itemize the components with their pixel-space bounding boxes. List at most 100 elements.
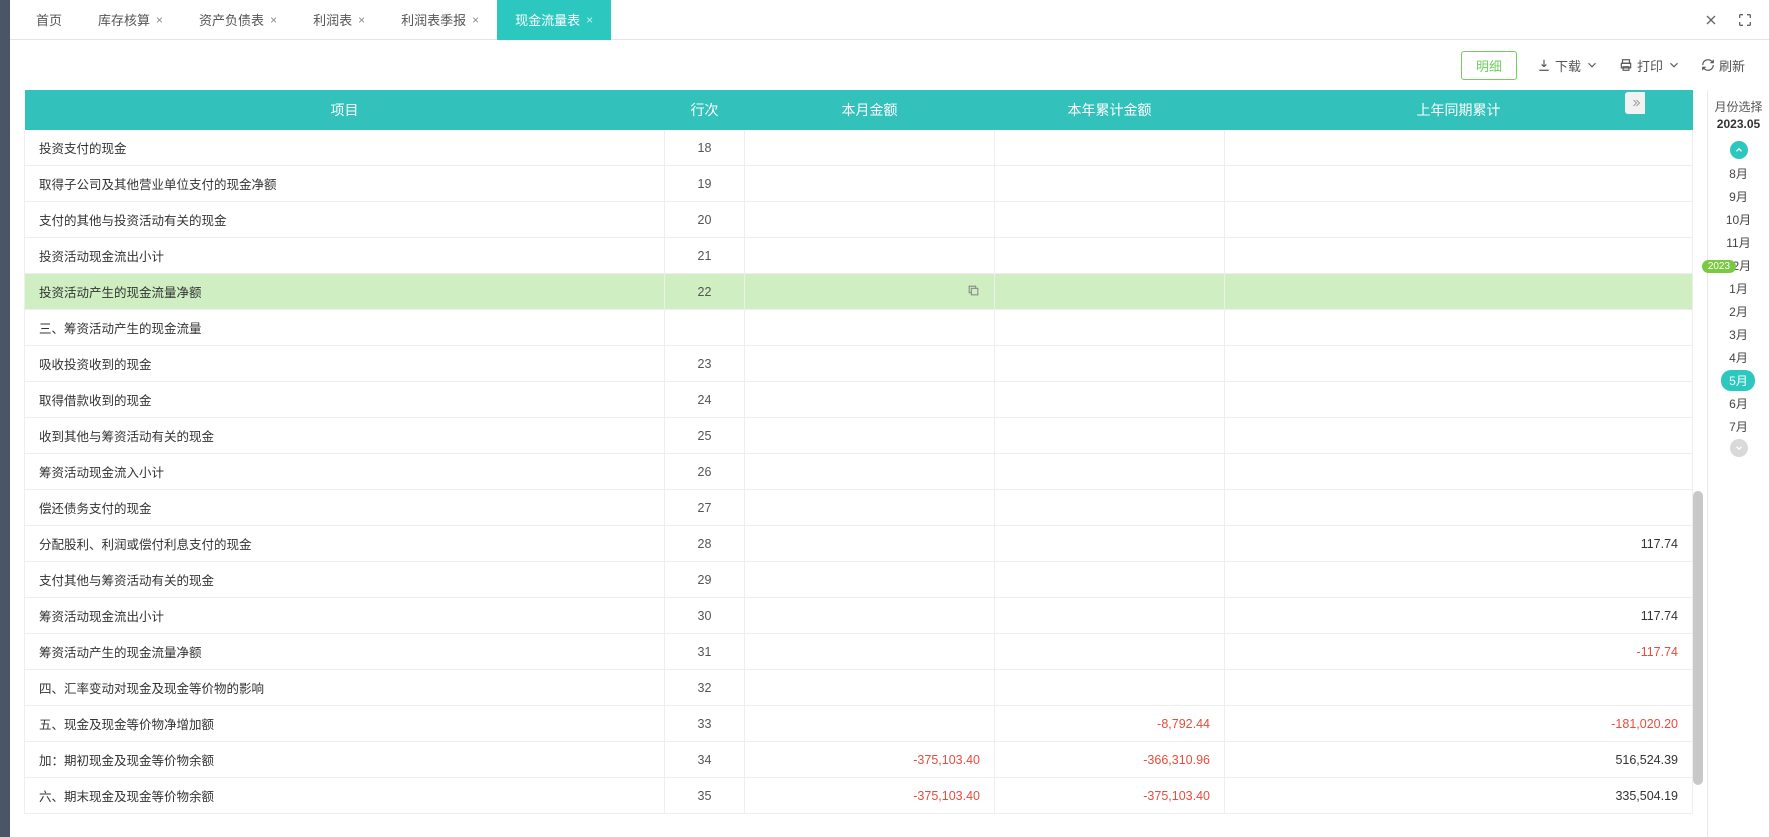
- tab-3[interactable]: 利润表×: [295, 0, 383, 40]
- cell-ytd[interactable]: [995, 166, 1225, 202]
- tab-close-icon[interactable]: ×: [586, 13, 593, 27]
- cell-ytd[interactable]: [995, 562, 1225, 598]
- cell-prev[interactable]: [1225, 130, 1693, 166]
- table-row[interactable]: 三、筹资活动产生的现金流量: [25, 310, 1693, 346]
- cell-month[interactable]: [745, 706, 995, 742]
- vertical-scrollbar[interactable]: [1693, 126, 1703, 827]
- tab-close-icon[interactable]: ×: [358, 13, 365, 27]
- cell-month[interactable]: [745, 598, 995, 634]
- cell-prev[interactable]: [1225, 454, 1693, 490]
- table-row[interactable]: 投资支付的现金18: [25, 130, 1693, 166]
- cell-ytd[interactable]: [995, 310, 1225, 346]
- cell-ytd[interactable]: [995, 454, 1225, 490]
- tab-5[interactable]: 现金流量表×: [497, 0, 611, 40]
- table-row[interactable]: 筹资活动现金流入小计26: [25, 454, 1693, 490]
- table-row[interactable]: 收到其他与筹资活动有关的现金25: [25, 418, 1693, 454]
- table-row[interactable]: 取得借款收到的现金24: [25, 382, 1693, 418]
- cell-ytd[interactable]: [995, 670, 1225, 706]
- month-item[interactable]: 8月: [1721, 163, 1755, 184]
- scrollbar-thumb[interactable]: [1693, 491, 1703, 785]
- cell-prev[interactable]: [1225, 346, 1693, 382]
- tab-close-icon[interactable]: ×: [270, 13, 277, 27]
- cell-month[interactable]: [745, 382, 995, 418]
- copy-icon[interactable]: [967, 284, 980, 300]
- download-button[interactable]: 下载: [1537, 56, 1599, 75]
- print-button[interactable]: 打印: [1619, 56, 1681, 75]
- tab-4[interactable]: 利润表季报×: [383, 0, 497, 40]
- month-item[interactable]: 1月: [1721, 278, 1755, 299]
- table-row[interactable]: 筹资活动产生的现金流量净额31-117.74: [25, 634, 1693, 670]
- tab-close-icon[interactable]: ×: [156, 13, 163, 27]
- cell-ytd[interactable]: [995, 598, 1225, 634]
- cell-prev[interactable]: 516,524.39: [1225, 742, 1693, 778]
- detail-button[interactable]: 明细: [1461, 51, 1517, 80]
- fullscreen-icon[interactable]: [1737, 12, 1753, 28]
- month-item[interactable]: 5月: [1721, 370, 1755, 391]
- table-row[interactable]: 偿还债务支付的现金27: [25, 490, 1693, 526]
- cell-prev[interactable]: [1225, 274, 1693, 310]
- refresh-button[interactable]: 刷新: [1701, 56, 1745, 75]
- cell-month[interactable]: [745, 454, 995, 490]
- table-row[interactable]: 支付其他与筹资活动有关的现金29: [25, 562, 1693, 598]
- month-item[interactable]: 2月: [1721, 301, 1755, 322]
- cell-month[interactable]: [745, 310, 995, 346]
- cell-ytd[interactable]: [995, 418, 1225, 454]
- cell-prev[interactable]: -181,020.20: [1225, 706, 1693, 742]
- cell-prev[interactable]: [1225, 418, 1693, 454]
- cell-month[interactable]: [745, 238, 995, 274]
- close-all-icon[interactable]: [1703, 12, 1719, 28]
- table-row[interactable]: 取得子公司及其他营业单位支付的现金净额19: [25, 166, 1693, 202]
- cell-prev[interactable]: 117.74: [1225, 598, 1693, 634]
- month-item[interactable]: 9月: [1721, 186, 1755, 207]
- cell-ytd[interactable]: -8,792.44: [995, 706, 1225, 742]
- table-row[interactable]: 投资活动产生的现金流量净额22: [25, 274, 1693, 310]
- cell-month[interactable]: -375,103.40: [745, 742, 995, 778]
- cell-prev[interactable]: 335,504.19: [1225, 778, 1693, 814]
- cell-ytd[interactable]: [995, 130, 1225, 166]
- table-row[interactable]: 四、汇率变动对现金及现金等价物的影响32: [25, 670, 1693, 706]
- tab-1[interactable]: 库存核算×: [80, 0, 181, 40]
- tab-close-icon[interactable]: ×: [472, 13, 479, 27]
- table-row[interactable]: 支付的其他与投资活动有关的现金20: [25, 202, 1693, 238]
- table-row[interactable]: 六、期末现金及现金等价物余额35-375,103.40-375,103.4033…: [25, 778, 1693, 814]
- cell-ytd[interactable]: [995, 490, 1225, 526]
- month-item[interactable]: 3月: [1721, 324, 1755, 345]
- cell-prev[interactable]: [1225, 670, 1693, 706]
- cell-month[interactable]: [745, 526, 995, 562]
- cell-prev[interactable]: 117.74: [1225, 526, 1693, 562]
- cell-ytd[interactable]: [995, 634, 1225, 670]
- cell-prev[interactable]: [1225, 202, 1693, 238]
- month-item[interactable]: 4月: [1721, 347, 1755, 368]
- month-item[interactable]: 7月: [1721, 416, 1755, 437]
- cell-month[interactable]: [745, 490, 995, 526]
- cell-ytd[interactable]: [995, 346, 1225, 382]
- cell-month[interactable]: [745, 562, 995, 598]
- cell-ytd[interactable]: [995, 274, 1225, 310]
- cell-prev[interactable]: [1225, 238, 1693, 274]
- cell-ytd[interactable]: [995, 382, 1225, 418]
- table-row[interactable]: 吸收投资收到的现金23: [25, 346, 1693, 382]
- month-prev-icon[interactable]: [1730, 141, 1748, 159]
- cell-ytd[interactable]: -366,310.96: [995, 742, 1225, 778]
- cell-prev[interactable]: [1225, 562, 1693, 598]
- cell-prev[interactable]: [1225, 166, 1693, 202]
- cell-month[interactable]: [745, 634, 995, 670]
- tab-0[interactable]: 首页: [18, 0, 80, 40]
- cell-month[interactable]: [745, 202, 995, 238]
- cell-ytd[interactable]: -375,103.40: [995, 778, 1225, 814]
- cell-month[interactable]: [745, 346, 995, 382]
- cell-month[interactable]: [745, 166, 995, 202]
- cell-prev[interactable]: [1225, 490, 1693, 526]
- cell-month[interactable]: [745, 418, 995, 454]
- cell-month[interactable]: [745, 670, 995, 706]
- month-item[interactable]: 11月: [1720, 232, 1756, 253]
- month-next-icon[interactable]: [1730, 439, 1748, 457]
- cell-month[interactable]: [745, 274, 995, 310]
- collapse-side-icon[interactable]: [1625, 92, 1645, 114]
- cell-prev[interactable]: [1225, 382, 1693, 418]
- cell-month[interactable]: -375,103.40: [745, 778, 995, 814]
- table-row[interactable]: 分配股利、利润或偿付利息支付的现金28117.74: [25, 526, 1693, 562]
- cell-ytd[interactable]: [995, 238, 1225, 274]
- table-row[interactable]: 筹资活动现金流出小计30117.74: [25, 598, 1693, 634]
- tab-2[interactable]: 资产负债表×: [181, 0, 295, 40]
